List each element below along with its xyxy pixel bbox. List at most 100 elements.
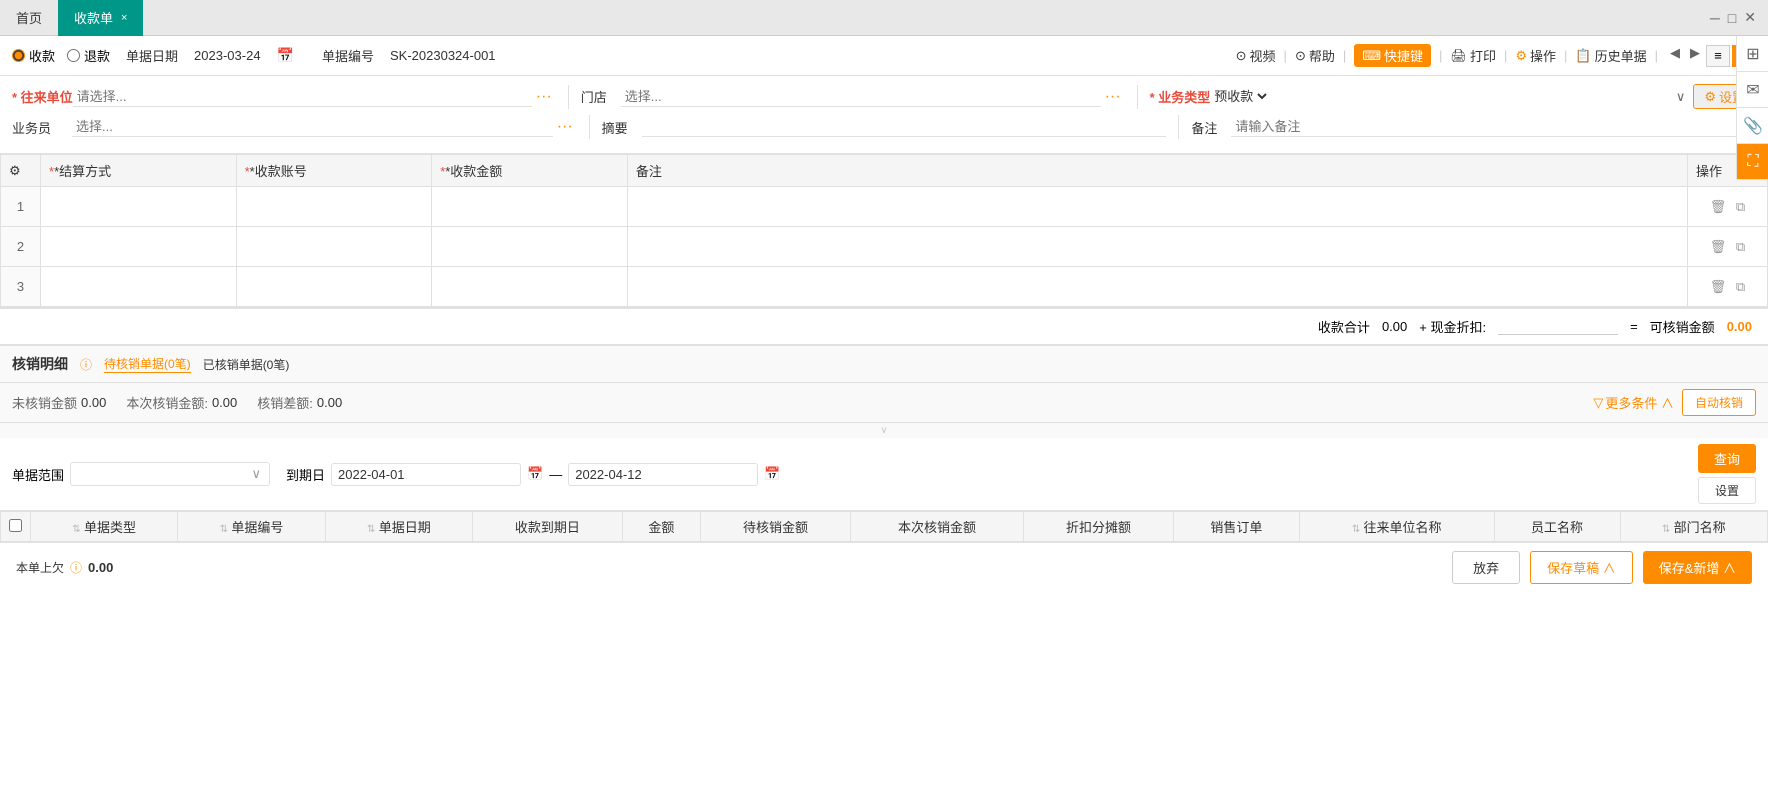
summary-input[interactable] xyxy=(642,117,1167,137)
row-1-num: 1 xyxy=(1,187,41,227)
salesman-more-icon[interactable]: ··· xyxy=(553,118,577,136)
help-action[interactable]: ⊙ 帮助 xyxy=(1295,46,1335,65)
date-picker-icon[interactable]: 📅 xyxy=(277,47,294,64)
filter-action-btns: 查询 设置 xyxy=(1698,444,1756,504)
footer-info-icon[interactable]: ⓘ xyxy=(70,559,82,576)
date-calendar-icon-to[interactable]: 📅 xyxy=(764,466,780,482)
sidebar-table-icon[interactable]: ⊞ xyxy=(1737,36,1768,72)
form-row-1: * 往来单位 ··· 门店 ··· * 业务类型 预收款 应收款 ∨ xyxy=(12,84,1756,109)
query-button[interactable]: 查询 xyxy=(1698,444,1756,473)
note-field: 备注 xyxy=(1191,117,1756,137)
filter-row: 单据范围 ∨ 到期日 📅 — 📅 查询 设置 xyxy=(0,438,1768,511)
row-1-delete-icon[interactable]: 🗑 xyxy=(1710,199,1727,214)
range-select[interactable]: ∨ xyxy=(70,462,270,486)
radio-receipt-label: 收款 xyxy=(29,46,55,65)
next-arrow[interactable]: ▶ xyxy=(1686,45,1704,67)
radio-refund[interactable]: 退款 xyxy=(67,46,110,65)
done-tab[interactable]: 已核销单据(0笔) xyxy=(203,356,290,373)
row-1-copy-icon[interactable]: ⧉ xyxy=(1736,199,1745,214)
bottom-data-table: ⇅ 单据类型 ⇅ 单据编号 ⇅ 单据日期 收款到期日 金额 待核销金额 本次核销… xyxy=(0,511,1768,542)
row-3-amount[interactable] xyxy=(432,267,628,307)
sidebar-expand-icon[interactable]: ⛶ xyxy=(1737,144,1768,180)
row-2-account[interactable] xyxy=(236,227,432,267)
tab-home[interactable]: 首页 xyxy=(0,0,58,36)
tab-receipt-label: 收款单 xyxy=(74,8,113,27)
row-1-settlement[interactable] xyxy=(41,187,237,227)
date-from-input[interactable] xyxy=(331,463,521,486)
number-label: 单据编号 xyxy=(322,46,374,65)
radio-receipt[interactable]: 收款 xyxy=(12,46,55,65)
auto-cancel-btn[interactable]: 自动核销 xyxy=(1682,389,1756,416)
col-current-cancel: 本次核销金额 xyxy=(850,512,1023,542)
prev-arrow[interactable]: ◀ xyxy=(1666,45,1684,67)
filter-icon: ▽ xyxy=(1593,395,1603,411)
salesman-label: 业务员 xyxy=(12,118,72,137)
sidebar-email-icon[interactable]: ✉ xyxy=(1737,72,1768,108)
save-new-button[interactable]: 保存&新增 ∧ xyxy=(1643,551,1752,584)
business-type-select[interactable]: 预收款 应收款 xyxy=(1210,88,1270,105)
abandon-button[interactable]: 放弃 xyxy=(1452,551,1520,584)
tab-receipt-close[interactable]: × xyxy=(121,12,127,24)
row-1-note[interactable] xyxy=(627,187,1687,227)
col-gear[interactable]: ⚙ xyxy=(1,155,41,187)
shortcut-action[interactable]: ⌨ 快捷键 xyxy=(1354,44,1431,67)
counterpart-more-icon[interactable]: ··· xyxy=(532,88,556,106)
tab-receipt[interactable]: 收款单 × xyxy=(58,0,143,36)
video-icon: ⊙ xyxy=(1236,48,1247,64)
select-all-checkbox[interactable] xyxy=(9,519,22,532)
filter-settings-button[interactable]: 设置 xyxy=(1698,477,1756,504)
verification-info-icon[interactable]: ⓘ xyxy=(80,356,92,373)
pending-tab[interactable]: 待核销单据(0笔) xyxy=(104,355,191,373)
store-input[interactable] xyxy=(621,87,1101,107)
row-1-account[interactable] xyxy=(236,187,432,227)
row-3-account[interactable] xyxy=(236,267,432,307)
row-2-note[interactable] xyxy=(627,227,1687,267)
row-2-amount[interactable] xyxy=(432,227,628,267)
row-3-settlement[interactable] xyxy=(41,267,237,307)
tab-home-label: 首页 xyxy=(16,8,42,27)
save-draft-button[interactable]: 保存草稿 ∧ xyxy=(1530,551,1633,584)
row-3-delete-icon[interactable]: 🗑 xyxy=(1710,279,1727,294)
date-to-input[interactable] xyxy=(568,463,758,486)
store-more-icon[interactable]: ··· xyxy=(1101,88,1125,106)
note-input[interactable] xyxy=(1231,117,1756,137)
print-action[interactable]: 🖨 打印 xyxy=(1450,46,1496,65)
date-calendar-icon-from[interactable]: 📅 xyxy=(527,466,543,482)
col-pending-cancel: 待核销金额 xyxy=(701,512,851,542)
row-2-settlement[interactable] xyxy=(41,227,237,267)
discount-input[interactable] xyxy=(1498,319,1618,335)
keyboard-icon: ⌨ xyxy=(1362,48,1381,64)
close-btn[interactable]: ✕ xyxy=(1744,9,1756,26)
total-label: 收款合计 xyxy=(1318,317,1370,336)
row-1-amount[interactable] xyxy=(432,187,628,227)
footer-right: 放弃 保存草稿 ∧ 保存&新增 ∧ xyxy=(1452,551,1752,584)
list-view-btn[interactable]: ≡ xyxy=(1706,45,1730,67)
row-2-delete-icon[interactable]: 🗑 xyxy=(1710,239,1727,254)
sidebar-clip-icon[interactable]: 📎 xyxy=(1737,108,1768,144)
video-action[interactable]: ⊙ 视频 xyxy=(1236,46,1276,65)
row-2-actions: 🗑 ⧉ xyxy=(1688,227,1768,267)
history-action[interactable]: 📋 历史单据 xyxy=(1575,46,1646,65)
store-label: 门店 xyxy=(581,87,621,106)
verification-section: 核销明细 ⓘ 待核销单据(0笔) 已核销单据(0笔) 未核销金额 0.00 本次… xyxy=(0,344,1768,542)
col-doc-type: ⇅ 单据类型 xyxy=(31,512,178,542)
business-type-label: * 业务类型 xyxy=(1150,87,1211,106)
history-label: 历史单据 xyxy=(1595,46,1647,65)
uncanceled-value: 0.00 xyxy=(81,395,106,410)
col-due-date: 收款到期日 xyxy=(473,512,623,542)
operation-action[interactable]: ⚙ 操作 xyxy=(1515,46,1556,65)
net-label: 可核销金额 xyxy=(1650,317,1715,336)
row-3-copy-icon[interactable]: ⧉ xyxy=(1736,279,1745,294)
minimize-btn[interactable]: ─ xyxy=(1710,10,1720,26)
verification-title: 核销明细 xyxy=(12,354,68,374)
receipt-type-radio-group: 收款 退款 xyxy=(12,46,110,65)
col-check xyxy=(1,512,31,542)
more-filter-btn[interactable]: ▽ 更多条件 ∧ xyxy=(1593,393,1674,412)
col-doc-date: ⇅ 单据日期 xyxy=(325,512,472,542)
row-3-note[interactable] xyxy=(627,267,1687,307)
row-2-copy-icon[interactable]: ⧉ xyxy=(1736,239,1745,254)
video-label: 视频 xyxy=(1250,46,1276,65)
counterpart-input[interactable] xyxy=(73,87,532,107)
maximize-btn[interactable]: □ xyxy=(1728,10,1736,26)
salesman-input[interactable] xyxy=(72,117,553,137)
